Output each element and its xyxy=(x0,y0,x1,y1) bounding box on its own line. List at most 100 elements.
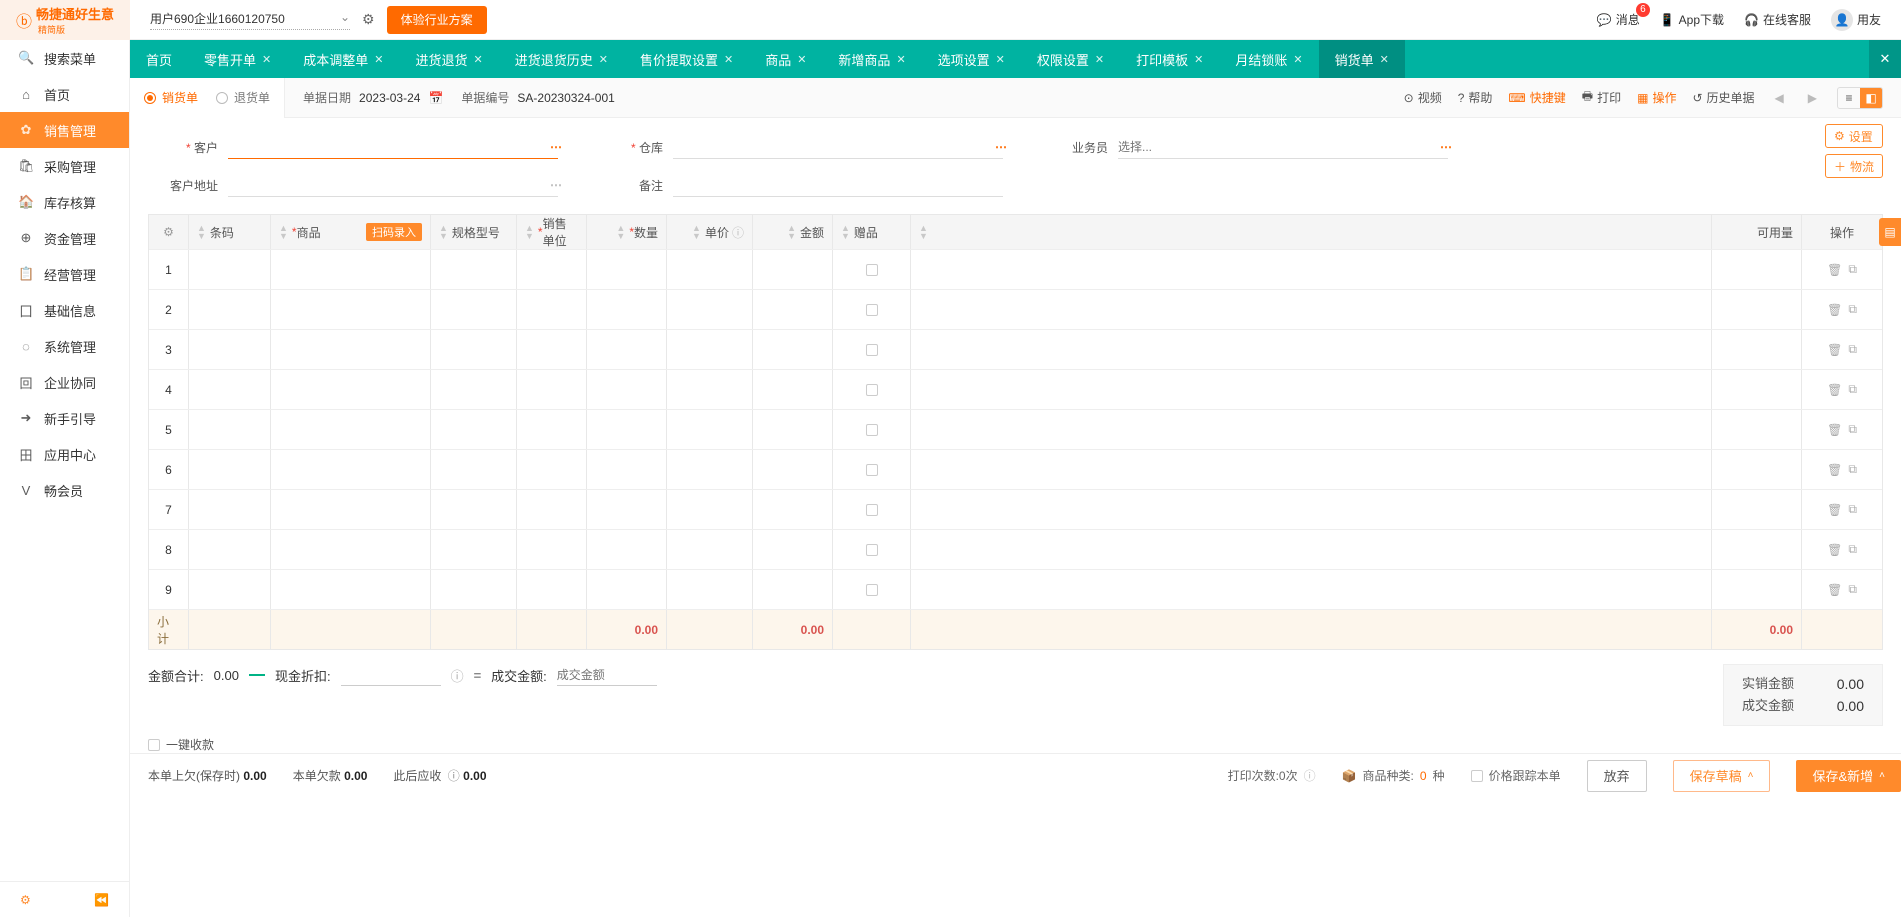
tab[interactable]: 商品✕ xyxy=(749,40,822,78)
sidebar-item[interactable]: V畅会员 xyxy=(0,472,129,508)
table-row[interactable]: 3🗑⧉ xyxy=(149,329,1882,369)
doc-type-return-radio[interactable]: 退货单 xyxy=(216,89,270,106)
view-list-button[interactable]: ≡ xyxy=(1838,88,1860,108)
print-button[interactable]: 🖶打印 xyxy=(1582,87,1621,108)
gift-checkbox[interactable] xyxy=(866,344,878,356)
tab[interactable]: 售价提取设置✕ xyxy=(624,40,749,78)
warehouse-input[interactable] xyxy=(673,135,1003,159)
tab[interactable]: 权限设置✕ xyxy=(1021,40,1120,78)
delete-row-icon[interactable]: 🗑 xyxy=(1827,463,1842,477)
ops-button[interactable]: ▦操作 xyxy=(1637,89,1676,106)
tab[interactable]: 打印模板✕ xyxy=(1120,40,1219,78)
help-icon[interactable]: ⓘ xyxy=(451,666,464,685)
sidebar-item[interactable]: 📋经营管理 xyxy=(0,256,129,292)
sidebar-item[interactable]: 🏠库存核算 xyxy=(0,184,129,220)
gift-checkbox[interactable] xyxy=(866,304,878,316)
sidebar-item[interactable]: 回企业协同 xyxy=(0,364,129,400)
help-icon[interactable]: ⓘ xyxy=(1304,767,1316,784)
gift-checkbox[interactable] xyxy=(866,264,878,276)
table-row[interactable]: 9🗑⧉ xyxy=(149,569,1882,609)
app-download-button[interactable]: 📱 App下载 xyxy=(1660,11,1724,28)
close-icon[interactable]: ✕ xyxy=(1194,53,1203,66)
copy-row-icon[interactable]: ⧉ xyxy=(1848,542,1857,557)
customer-lookup-icon[interactable]: ⋯ xyxy=(550,140,563,154)
customer-input[interactable] xyxy=(228,135,558,159)
close-icon[interactable]: ✕ xyxy=(1095,53,1104,66)
table-row[interactable]: 1🗑⧉ xyxy=(149,249,1882,289)
close-icon[interactable]: ✕ xyxy=(896,53,905,66)
gift-checkbox[interactable] xyxy=(866,504,878,516)
sort-icon[interactable] xyxy=(197,224,206,240)
tab[interactable]: 成本调整单✕ xyxy=(287,40,399,78)
tab[interactable]: 进货退货✕ xyxy=(399,40,498,78)
user-menu[interactable]: 👤 用友 xyxy=(1831,9,1881,31)
sort-icon[interactable] xyxy=(787,224,796,240)
discard-button[interactable]: 放弃 xyxy=(1587,760,1647,792)
delete-row-icon[interactable]: 🗑 xyxy=(1827,583,1842,597)
close-icon[interactable]: ✕ xyxy=(262,53,271,66)
copy-row-icon[interactable]: ⧉ xyxy=(1848,582,1857,597)
cashdiscount-input[interactable] xyxy=(341,664,441,686)
gear-icon[interactable]: ⚙ xyxy=(362,11,375,28)
tab[interactable]: 首页 xyxy=(130,40,188,78)
logistics-button[interactable]: ＋物流 xyxy=(1825,154,1883,178)
tab[interactable]: 新增商品✕ xyxy=(822,40,921,78)
copy-row-icon[interactable]: ⧉ xyxy=(1848,262,1857,277)
gift-checkbox[interactable] xyxy=(866,384,878,396)
sort-icon[interactable] xyxy=(919,224,928,240)
sort-icon[interactable] xyxy=(439,224,448,240)
gift-checkbox[interactable] xyxy=(866,584,878,596)
settings-gear-icon[interactable]: ⚙ xyxy=(20,893,31,907)
help-icon[interactable]: ⓘ xyxy=(732,224,744,241)
sidebar-item[interactable]: 🔍搜索菜单 xyxy=(0,40,129,76)
table-row[interactable]: 7🗑⧉ xyxy=(149,489,1882,529)
deal-input[interactable] xyxy=(557,664,657,686)
addr-input[interactable] xyxy=(228,173,558,197)
table-row[interactable]: 8🗑⧉ xyxy=(149,529,1882,569)
remark-input[interactable] xyxy=(673,173,1003,197)
video-help-button[interactable]: ⊙视频 xyxy=(1404,89,1442,106)
salesman-lookup-icon[interactable]: ⋯ xyxy=(1440,140,1453,154)
delete-row-icon[interactable]: 🗑 xyxy=(1827,303,1842,317)
help-icon[interactable]: ⓘ xyxy=(448,769,460,783)
sort-icon[interactable] xyxy=(525,224,534,240)
sidebar-item[interactable]: ◌系统管理 xyxy=(0,328,129,364)
tab[interactable]: 月结锁账✕ xyxy=(1219,40,1318,78)
close-icon[interactable]: ✕ xyxy=(474,53,483,66)
table-row[interactable]: 5🗑⧉ xyxy=(149,409,1882,449)
oneclick-receipt-checkbox[interactable] xyxy=(148,739,160,751)
price-track-checkbox[interactable] xyxy=(1471,770,1483,782)
gear-icon[interactable]: ⚙ xyxy=(163,225,174,239)
save-draft-button[interactable]: 保存草稿˄ xyxy=(1673,760,1771,792)
close-icon[interactable]: ✕ xyxy=(996,53,1005,66)
sort-icon[interactable] xyxy=(692,224,701,240)
table-row[interactable]: 4🗑⧉ xyxy=(149,369,1882,409)
close-icon[interactable]: ✕ xyxy=(374,53,383,66)
gift-checkbox[interactable] xyxy=(866,544,878,556)
messages-button[interactable]: 💬 消息 6 xyxy=(1597,11,1640,28)
trial-button[interactable]: 体验行业方案 xyxy=(387,6,487,34)
sort-icon[interactable] xyxy=(616,224,625,240)
close-icon[interactable]: ✕ xyxy=(724,53,733,66)
salesman-input[interactable] xyxy=(1118,135,1448,159)
save-new-button[interactable]: 保存&新增˄ xyxy=(1796,760,1901,792)
copy-row-icon[interactable]: ⧉ xyxy=(1848,382,1857,397)
doc-type-sale-radio[interactable]: 销货单 xyxy=(144,89,198,106)
copy-row-icon[interactable]: ⧉ xyxy=(1848,462,1857,477)
sort-icon[interactable] xyxy=(841,224,850,240)
sidebar-item[interactable]: ✿销售管理 xyxy=(0,112,129,148)
warehouse-lookup-icon[interactable]: ⋯ xyxy=(995,140,1008,154)
tenant-selector[interactable]: 用户690企业1660120750 ⌄ xyxy=(150,10,350,30)
sidebar-item[interactable]: 囗基础信息 xyxy=(0,292,129,328)
delete-row-icon[interactable]: 🗑 xyxy=(1827,343,1842,357)
gift-checkbox[interactable] xyxy=(866,464,878,476)
settings-button[interactable]: ⚙设置 xyxy=(1825,124,1883,148)
sidebar-item[interactable]: ➜新手引导 xyxy=(0,400,129,436)
close-icon[interactable]: ✕ xyxy=(797,53,806,66)
copy-row-icon[interactable]: ⧉ xyxy=(1848,342,1857,357)
close-icon[interactable]: ✕ xyxy=(1293,53,1302,66)
delete-row-icon[interactable]: 🗑 xyxy=(1827,263,1842,277)
addr-lookup-icon[interactable]: ⋯ xyxy=(550,178,563,192)
table-row[interactable]: 6🗑⧉ xyxy=(149,449,1882,489)
close-all-tabs-button[interactable]: ✕ xyxy=(1869,40,1901,78)
